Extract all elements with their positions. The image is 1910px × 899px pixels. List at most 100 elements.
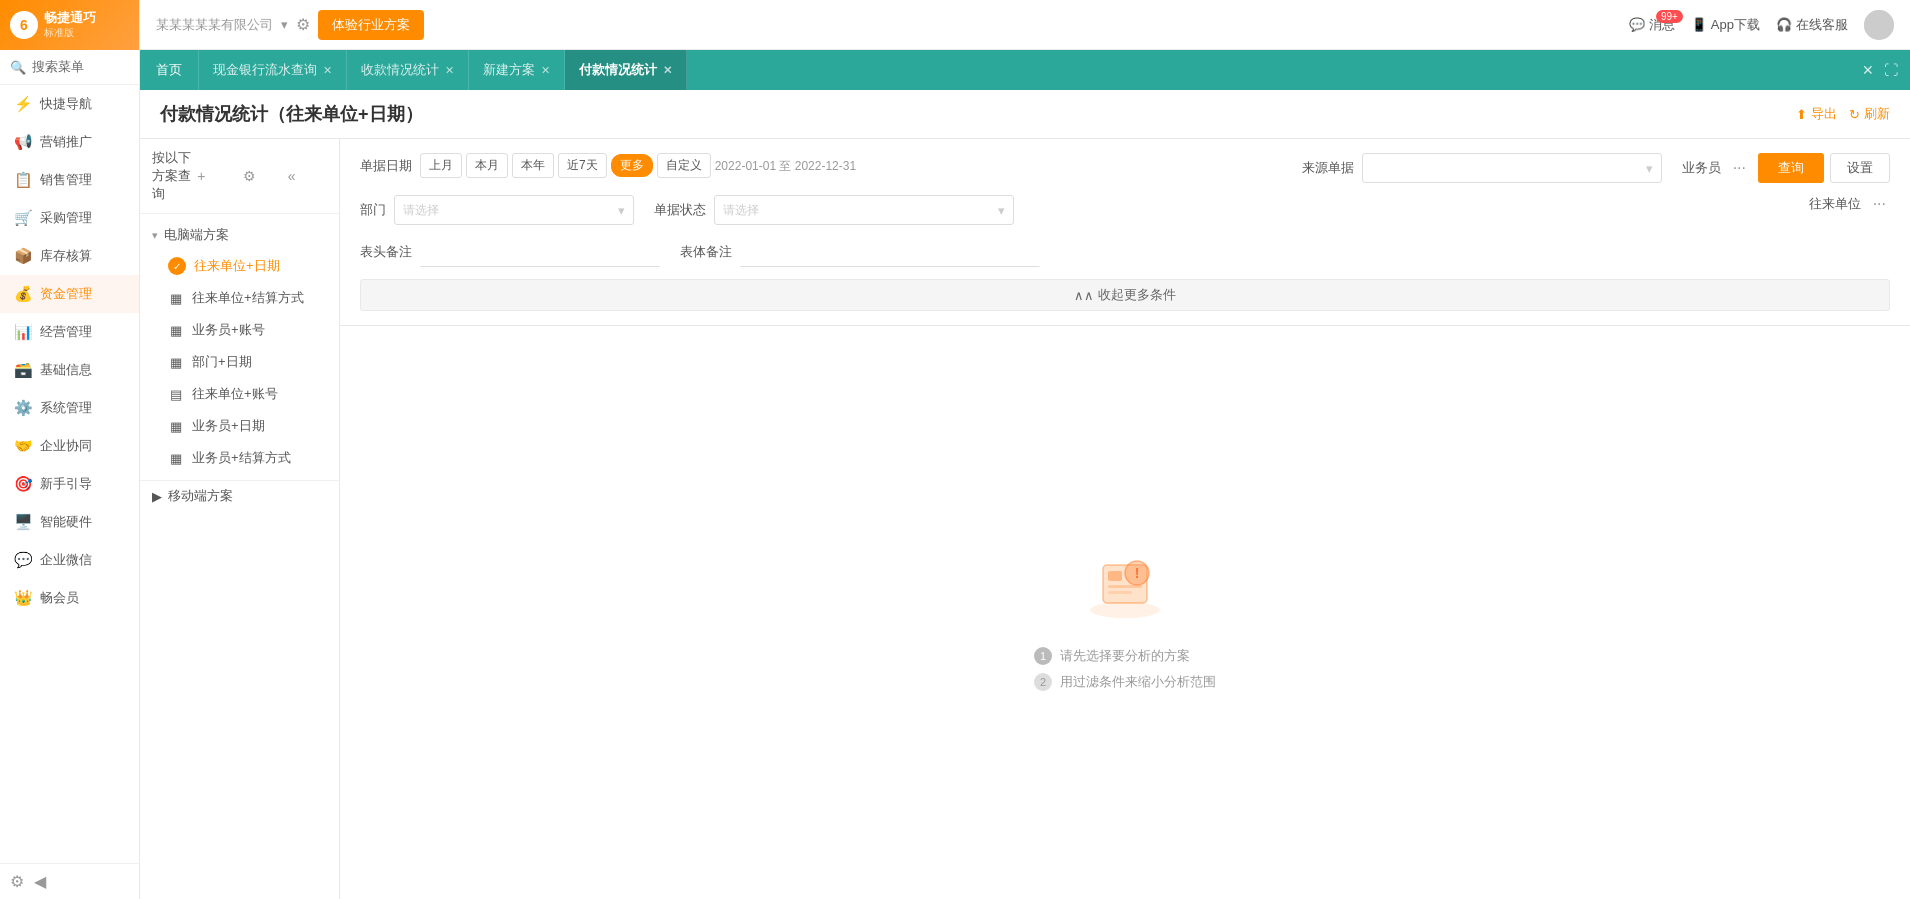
query-settings: 查询 设置 — [1758, 153, 1890, 183]
scheme-item-label-counterpart-settlement: 往来单位+结算方式 — [192, 289, 304, 307]
tip-text-2: 用过滤条件来缩小分析范围 — [1060, 673, 1216, 691]
sidebar-item-purchase[interactable]: 🛒 采购管理 — [0, 199, 139, 237]
expand-icon[interactable]: ⛶ — [1884, 62, 1898, 78]
dept-select[interactable]: 请选择 ▾ — [394, 195, 634, 225]
sidebar-item-sales[interactable]: 📋 销售管理 — [0, 161, 139, 199]
tab-payment-stat-close[interactable]: ✕ — [663, 64, 672, 77]
collapse-btn[interactable]: ∧∧ 收起更多条件 — [360, 279, 1890, 311]
sidebar-label-operation: 经营管理 — [40, 323, 92, 341]
dept-dropdown-icon: ▾ — [618, 203, 625, 218]
sidebar-label-quick-nav: 快捷导航 — [40, 95, 92, 113]
app-icon: 📱 — [1691, 17, 1707, 32]
scheme-item-salesperson-settlement[interactable]: ▦ 业务员+结算方式 — [140, 442, 339, 474]
filter-row-2: 部门 请选择 ▾ 单据状态 请选择 ▾ — [360, 195, 1890, 225]
date-btn-7days[interactable]: 近7天 — [558, 153, 607, 178]
scheme-item-counterpart-account[interactable]: ▤ 往来单位+账号 — [140, 378, 339, 410]
scheme-item-label-salesperson-account: 业务员+账号 — [192, 321, 265, 339]
export-btn[interactable]: ⬆ 导出 — [1796, 105, 1837, 123]
date-btn-this-month[interactable]: 本月 — [466, 153, 508, 178]
app-download-btn[interactable]: 📱 App下载 — [1691, 16, 1760, 34]
scheme-item-counterpart-settlement[interactable]: ▦ 往来单位+结算方式 — [140, 282, 339, 314]
date-btn-more[interactable]: 更多 — [611, 154, 653, 177]
scheme-item-label-counterpart-account: 往来单位+账号 — [192, 385, 278, 403]
refresh-btn[interactable]: ↻ 刷新 — [1849, 105, 1890, 123]
date-btn-this-year[interactable]: 本年 — [512, 153, 554, 178]
sidebar-item-enterprise[interactable]: 🤝 企业协同 — [0, 427, 139, 465]
scheme-icon-salesperson-date: ▦ — [168, 418, 184, 434]
sidebar-icon-wechat: 💬 — [14, 551, 32, 569]
counterpart-dots[interactable]: ··· — [1869, 195, 1890, 213]
sidebar-item-basic[interactable]: 🗃️ 基础信息 — [0, 351, 139, 389]
sidebar-item-quick-nav[interactable]: ⚡ 快捷导航 — [0, 85, 139, 123]
messages-btn[interactable]: 💬 消息 99+ — [1629, 16, 1675, 34]
mobile-group-arrow: ▶ — [152, 489, 162, 504]
scheme-item-dept-date[interactable]: ▦ 部门+日期 — [140, 346, 339, 378]
salesperson-dots[interactable]: ··· — [1729, 159, 1750, 177]
company-dropdown-icon[interactable]: ▾ — [281, 17, 288, 32]
tab-receivable[interactable]: 收款情况统计 ✕ — [347, 50, 469, 90]
content-area: 付款情况统计（往来单位+日期） ⬆ 导出 ↻ 刷新 按以下方案查询 + ⚙ — [140, 90, 1910, 899]
header-note-input[interactable] — [420, 237, 660, 267]
tab-receivable-close[interactable]: ✕ — [445, 64, 454, 77]
scheme-item-salesperson-date[interactable]: ▦ 业务员+日期 — [140, 410, 339, 442]
source-select[interactable]: ▾ — [1362, 153, 1662, 183]
search-icon: 🔍 — [10, 60, 26, 75]
pc-group-header[interactable]: ▾ 电脑端方案 — [140, 220, 339, 250]
sidebar-icon-guide: 🎯 — [14, 475, 32, 493]
status-select[interactable]: 请选择 ▾ — [714, 195, 1014, 225]
export-icon: ⬆ — [1796, 107, 1807, 122]
tab-bank[interactable]: 现金银行流水查询 ✕ — [199, 50, 347, 90]
trial-btn[interactable]: 体验行业方案 — [318, 10, 424, 40]
scheme-add-icon[interactable]: + — [197, 168, 236, 184]
settings-footer-icon[interactable]: ⚙ — [10, 872, 24, 891]
sidebar-item-operation[interactable]: 📊 经营管理 — [0, 313, 139, 351]
svg-text:!: ! — [1135, 565, 1140, 581]
online-service-btn[interactable]: 🎧 在线客服 — [1776, 16, 1848, 34]
filter-content: 单据日期 上月 本月 本年 近7天 更多 自定义 2022-01-01 至 20… — [340, 139, 1910, 899]
sidebar-item-hardware[interactable]: 🖥️ 智能硬件 — [0, 503, 139, 541]
empty-tip-2: 2 用过滤条件来缩小分析范围 — [1034, 673, 1216, 691]
body-note-input[interactable] — [740, 237, 1040, 267]
sidebar-item-member[interactable]: 👑 畅会员 — [0, 579, 139, 617]
salesperson-field: 业务员 ··· 查询 设置 — [1682, 153, 1890, 183]
mobile-group-header[interactable]: ▶ 移动端方案 — [140, 480, 339, 511]
user-avatar[interactable] — [1864, 10, 1894, 40]
scheme-item-label-salesperson-settlement: 业务员+结算方式 — [192, 449, 291, 467]
scheme-icon-salesperson-account: ▦ — [168, 322, 184, 338]
sidebar-item-guide[interactable]: 🎯 新手引导 — [0, 465, 139, 503]
topbar-gear-icon[interactable]: ⚙ — [296, 15, 310, 34]
close-all-icon[interactable]: ✕ — [1862, 62, 1874, 78]
sidebar-item-capital[interactable]: 💰 资金管理 — [0, 275, 139, 313]
tab-new-scheme[interactable]: 新建方案 ✕ — [469, 50, 565, 90]
settings-btn[interactable]: 设置 — [1830, 153, 1890, 183]
sidebar-label-member: 畅会员 — [40, 589, 79, 607]
counterpart-label: 往来单位 — [1809, 195, 1861, 213]
app-label: App下载 — [1711, 16, 1760, 34]
scheme-item-salesperson-account[interactable]: ▦ 业务员+账号 — [140, 314, 339, 346]
tab-bank-close[interactable]: ✕ — [323, 64, 332, 77]
date-btn-last-month[interactable]: 上月 — [420, 153, 462, 178]
collapse-up-icon: ∧∧ — [1074, 288, 1094, 303]
sidebar-item-system[interactable]: ⚙️ 系统管理 — [0, 389, 139, 427]
tab-new-scheme-close[interactable]: ✕ — [541, 64, 550, 77]
sidebar-label-system: 系统管理 — [40, 399, 92, 417]
search-menu[interactable]: 🔍 搜索菜单 — [0, 50, 139, 85]
tab-home[interactable]: 首页 — [140, 50, 199, 90]
sidebar-item-wechat[interactable]: 💬 企业微信 — [0, 541, 139, 579]
scheme-collapse-icon[interactable]: « — [288, 168, 327, 184]
sidebar-item-inventory[interactable]: 📦 库存核算 — [0, 237, 139, 275]
sidebar-icon-purchase: 🛒 — [14, 209, 32, 227]
sidebar-label-capital: 资金管理 — [40, 285, 92, 303]
tab-payment-stat[interactable]: 付款情况统计 ✕ — [565, 50, 687, 90]
collapse-footer-icon[interactable]: ◀ — [34, 872, 46, 891]
sidebar-item-marketing[interactable]: 📢 营销推广 — [0, 123, 139, 161]
scheme-item-counterpart-date[interactable]: ✓ 往来单位+日期 — [140, 250, 339, 282]
date-btn-custom[interactable]: 自定义 — [657, 153, 711, 178]
scheme-item-label-counterpart-date: 往来单位+日期 — [194, 257, 280, 275]
query-btn[interactable]: 查询 — [1758, 153, 1824, 183]
filter-row-3: 表头备注 表体备注 — [360, 237, 1890, 267]
scheme-settings-icon[interactable]: ⚙ — [243, 168, 282, 184]
sidebar-label-purchase: 采购管理 — [40, 209, 92, 227]
service-label: 在线客服 — [1796, 16, 1848, 34]
status-placeholder: 请选择 — [723, 202, 759, 219]
